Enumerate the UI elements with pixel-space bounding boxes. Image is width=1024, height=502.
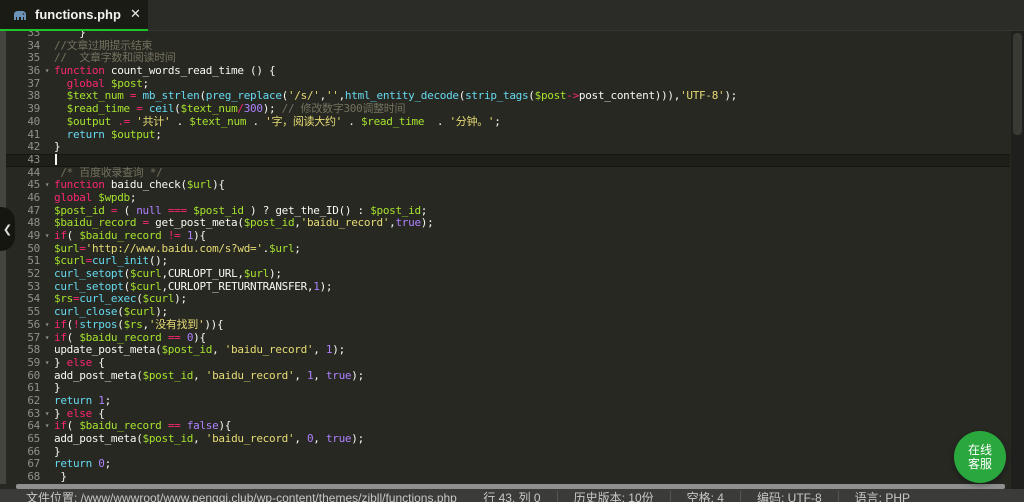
status-item: 编码: UTF-8 xyxy=(755,491,824,502)
line-number: 36 xyxy=(6,65,40,78)
line-number: 52 xyxy=(6,268,40,281)
vertical-scrollbar-thumb[interactable] xyxy=(1013,33,1022,135)
line-number: 55 xyxy=(6,306,40,319)
text-cursor xyxy=(55,154,57,165)
code-line[interactable]: 58update_post_meta($post_id, 'baidu_reco… xyxy=(6,344,1010,357)
support-label-line1: 在线 xyxy=(968,443,992,457)
fold-gutter xyxy=(40,167,54,180)
code-text: add_post_meta($post_id, 'baidu_record', … xyxy=(54,433,364,446)
fold-gutter xyxy=(40,205,54,218)
status-item: 行 43, 列 0 xyxy=(481,491,542,502)
fold-gutter xyxy=(40,52,54,65)
fold-gutter xyxy=(40,370,54,383)
code-text: } xyxy=(54,471,67,484)
status-divider xyxy=(740,491,741,502)
code-line[interactable]: 61} xyxy=(6,382,1010,395)
close-icon[interactable]: ✕ xyxy=(130,7,141,22)
code-line[interactable]: 62return 1; xyxy=(6,395,1010,408)
fold-gutter xyxy=(40,40,54,53)
fold-arrow-icon[interactable]: ▾ xyxy=(40,319,54,332)
fold-gutter xyxy=(40,395,54,408)
status-divider xyxy=(557,491,558,502)
status-item: 语言: PHP xyxy=(853,491,912,502)
tab-functions-php[interactable]: functions.php ✕ xyxy=(0,0,148,31)
online-support-button[interactable]: 在线 客服 xyxy=(954,431,1006,483)
code-text: add_post_meta($post_id, 'baidu_record', … xyxy=(54,370,364,383)
fold-arrow-icon[interactable]: ▾ xyxy=(40,408,54,421)
support-label-line2: 客服 xyxy=(968,457,992,471)
code-line[interactable]: 36▾function count_words_read_time () { xyxy=(6,65,1010,78)
fold-arrow-icon[interactable]: ▾ xyxy=(40,230,54,243)
code-line[interactable]: 41 return $output; xyxy=(6,129,1010,142)
line-number: 59 xyxy=(6,357,40,370)
fold-gutter xyxy=(40,433,54,446)
code-line[interactable]: 45▾function baidu_check($url){ xyxy=(6,179,1010,192)
code-editor-window: 33 }34//文章过期提示结束35// 文章字数和阅读时间36▾functio… xyxy=(0,0,1024,502)
line-number: 56 xyxy=(6,319,40,332)
status-divider xyxy=(838,491,839,502)
line-number: 39 xyxy=(6,103,40,116)
fold-arrow-icon[interactable]: ▾ xyxy=(40,332,54,345)
code-text: return $output; xyxy=(54,129,162,142)
code-line[interactable]: 67return 0; xyxy=(6,458,1010,471)
code-line[interactable]: 65 add_post_meta($post_id, 'baidu_record'… xyxy=(6,433,1010,446)
fold-gutter xyxy=(40,306,54,319)
fold-gutter xyxy=(40,129,54,142)
line-number: 43 xyxy=(6,154,40,167)
line-number: 42 xyxy=(6,141,40,154)
line-number: 58 xyxy=(6,344,40,357)
fold-gutter xyxy=(40,458,54,471)
left-panel-edge xyxy=(0,31,6,484)
line-number: 62 xyxy=(6,395,40,408)
tab-title: functions.php xyxy=(35,7,121,22)
fold-gutter xyxy=(40,471,54,484)
fold-gutter xyxy=(40,78,54,91)
line-number: 65 xyxy=(6,433,40,446)
code-line[interactable]: 60add_post_meta($post_id, 'baidu_record'… xyxy=(6,370,1010,383)
status-items: 行 43, 列 0 历史版本: 10份 空格: 4 编码: UTF-8 语言: PHP xyxy=(481,491,912,502)
code-lines[interactable]: 33 }34//文章过期提示结束35// 文章字数和阅读时间36▾functio… xyxy=(6,27,1010,485)
code-text: } xyxy=(54,141,60,154)
fold-gutter xyxy=(40,446,54,459)
fold-gutter xyxy=(40,154,54,167)
line-number: 46 xyxy=(6,192,40,205)
tab-bar: functions.php ✕ xyxy=(0,0,1024,31)
line-number: 40 xyxy=(6,116,40,129)
code-line[interactable]: 66} xyxy=(6,446,1010,459)
fold-gutter xyxy=(40,382,54,395)
file-path-label: 文件位置: /www/wwwroot/www.pengqi.club/wp-co… xyxy=(24,491,459,502)
fold-gutter xyxy=(40,90,54,103)
chevron-left-icon: ❮ xyxy=(3,223,12,236)
fold-gutter xyxy=(40,243,54,256)
php-icon xyxy=(12,9,28,21)
fold-gutter xyxy=(40,344,54,357)
fold-gutter xyxy=(40,217,54,230)
fold-gutter xyxy=(40,116,54,129)
sidebar-collapse-button[interactable]: ❮ xyxy=(0,207,15,251)
fold-gutter xyxy=(40,281,54,294)
status-item: 空格: 4 xyxy=(685,491,726,502)
fold-gutter xyxy=(40,255,54,268)
fold-arrow-icon[interactable]: ▾ xyxy=(40,420,54,433)
code-line[interactable]: 68 } xyxy=(6,471,1010,484)
fold-arrow-icon[interactable]: ▾ xyxy=(40,179,54,192)
fold-gutter xyxy=(40,192,54,205)
status-divider xyxy=(670,491,671,502)
fold-gutter xyxy=(40,268,54,281)
fold-arrow-icon[interactable]: ▾ xyxy=(40,65,54,78)
vertical-scrollbar[interactable] xyxy=(1011,31,1024,489)
status-bar: 文件位置: /www/wwwroot/www.pengqi.club/wp-co… xyxy=(0,489,1024,502)
fold-gutter xyxy=(40,103,54,116)
fold-gutter xyxy=(40,293,54,306)
line-number: 68 xyxy=(6,471,40,484)
code-line[interactable]: 42} xyxy=(6,141,1010,154)
fold-gutter xyxy=(40,141,54,154)
fold-arrow-icon[interactable]: ▾ xyxy=(40,357,54,370)
status-item: 历史版本: 10份 xyxy=(572,491,656,502)
